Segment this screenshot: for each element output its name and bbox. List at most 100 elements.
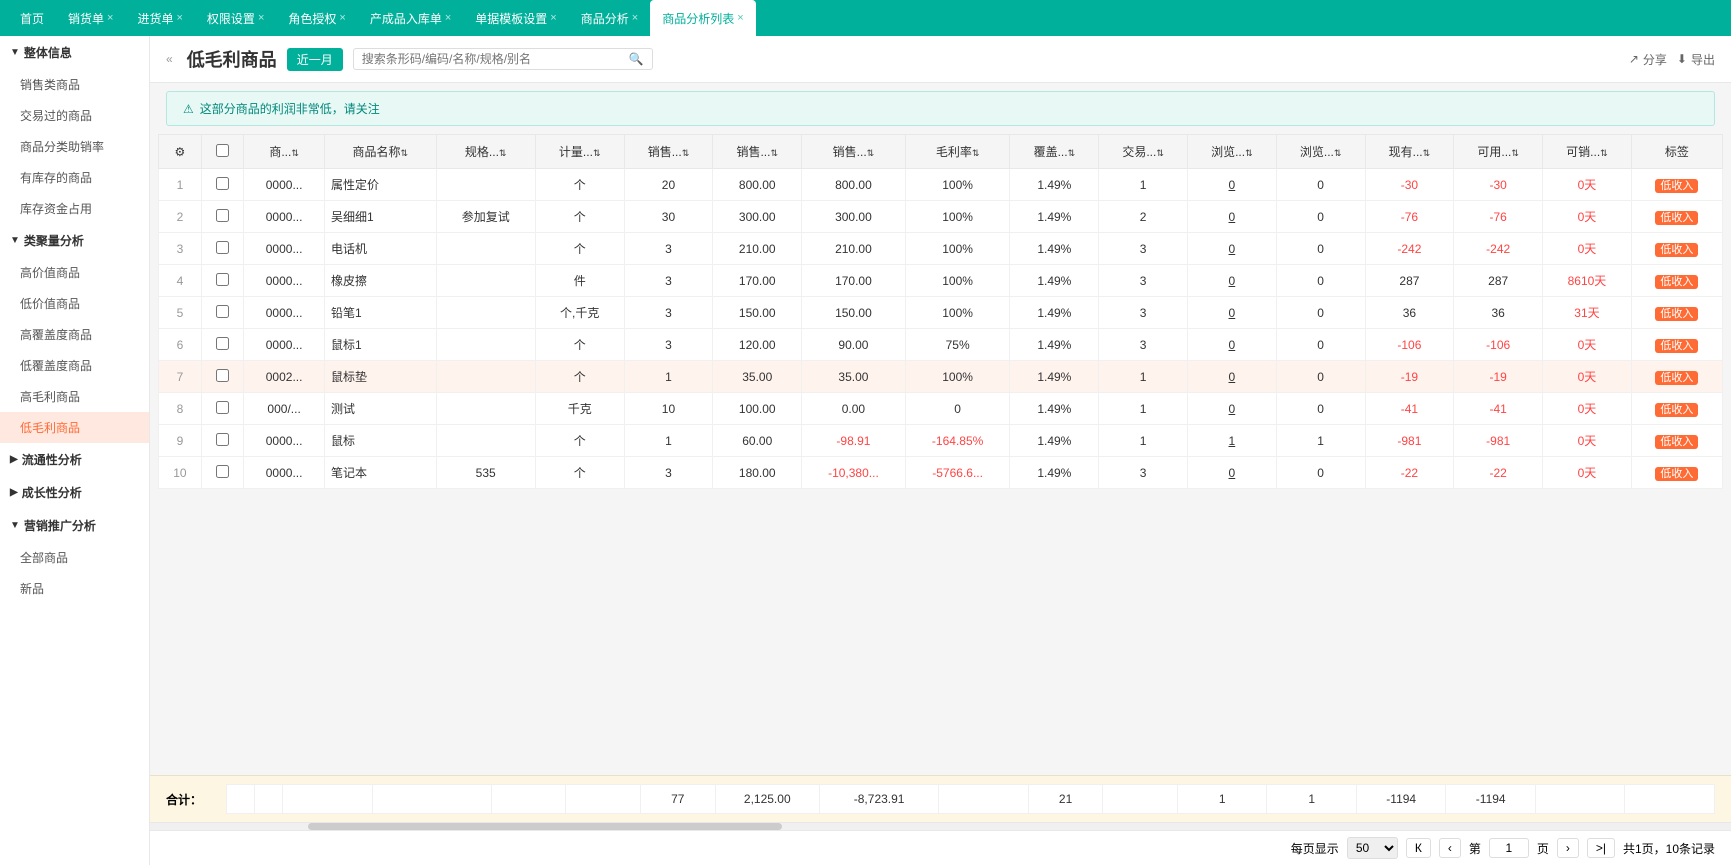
col-browse2[interactable]: 浏览...⇅ — [1276, 135, 1365, 169]
row-browse1[interactable]: 0 — [1188, 265, 1277, 297]
col-settings[interactable]: ⚙ — [159, 135, 202, 169]
col-price[interactable]: 销售...⇅ — [713, 135, 802, 169]
col-amount[interactable]: 销售...⇅ — [802, 135, 906, 169]
nav-item-product-analysis[interactable]: 商品分析 × — [569, 0, 650, 36]
page-size-select[interactable]: 50 100 — [1347, 837, 1398, 859]
row-checkbox[interactable] — [201, 265, 243, 297]
row-browse1[interactable]: 0 — [1188, 457, 1277, 489]
col-browse1[interactable]: 浏览...⇅ — [1188, 135, 1277, 169]
row-checkbox[interactable] — [201, 297, 243, 329]
nav-item-analysis-list[interactable]: 商品分析列表 × — [650, 0, 755, 36]
row-name[interactable]: 鼠标 — [325, 425, 437, 457]
col-name[interactable]: 商品名称⇅ — [325, 135, 437, 169]
sidebar-item-traded-products[interactable]: 交易过的商品 — [0, 100, 149, 131]
nav-item-sales[interactable]: 销货单 × — [56, 0, 125, 36]
sidebar: ▼ 整体信息 销售类商品 交易过的商品 商品分类助销率 有库存的商品 库存资金占… — [0, 36, 150, 865]
row-checkbox[interactable] — [201, 233, 243, 265]
sidebar-item-sales-products[interactable]: 销售类商品 — [0, 69, 149, 100]
row-checkbox[interactable] — [201, 361, 243, 393]
close-icon[interactable]: × — [445, 12, 451, 24]
col-unit[interactable]: 计量...⇅ — [535, 135, 624, 169]
nav-item-permissions[interactable]: 权限设置 × — [195, 0, 276, 36]
row-checkbox[interactable] — [201, 457, 243, 489]
sidebar-section-marketing[interactable]: ▼ 营销推广分析 — [0, 509, 149, 542]
col-available-qty[interactable]: 可用...⇅ — [1454, 135, 1543, 169]
row-checkbox[interactable] — [201, 425, 243, 457]
sidebar-item-in-stock[interactable]: 有库存的商品 — [0, 162, 149, 193]
col-trade[interactable]: 交易...⇅ — [1099, 135, 1188, 169]
row-browse1[interactable]: 0 — [1188, 329, 1277, 361]
sidebar-section-growth[interactable]: ▶ 成长性分析 — [0, 476, 149, 509]
row-code: 0002... — [244, 361, 325, 393]
close-icon[interactable]: × — [632, 12, 638, 24]
row-checkbox[interactable] — [201, 393, 243, 425]
col-code[interactable]: 商...⇅ — [244, 135, 325, 169]
row-browse1[interactable]: 0 — [1188, 393, 1277, 425]
row-name[interactable]: 鼠标垫 — [325, 361, 437, 393]
close-icon[interactable]: × — [107, 12, 113, 24]
close-icon[interactable]: × — [258, 12, 264, 24]
row-name[interactable]: 笔记本 — [325, 457, 437, 489]
row-browse1[interactable]: 0 — [1188, 361, 1277, 393]
search-input[interactable] — [362, 52, 629, 66]
table-container[interactable]: ⚙ 商...⇅ 商品名称⇅ 规格...⇅ 计量...⇅ 销售...⇅ 销售...… — [150, 134, 1731, 775]
col-checkbox[interactable] — [201, 135, 243, 169]
row-checkbox[interactable] — [201, 201, 243, 233]
sidebar-item-capital[interactable]: 库存资金占用 — [0, 193, 149, 224]
nav-item-products[interactable]: 产成品入库单 × — [358, 0, 463, 36]
sidebar-item-low-margin[interactable]: 低毛利商品 — [0, 412, 149, 443]
nav-item-purchase[interactable]: 进货单 × — [125, 0, 194, 36]
close-icon[interactable]: × — [737, 12, 743, 24]
row-name[interactable]: 属性定价 — [325, 169, 437, 201]
row-name[interactable]: 鼠标1 — [325, 329, 437, 361]
row-checkbox[interactable] — [201, 329, 243, 361]
col-coverage[interactable]: 覆盖...⇅ — [1010, 135, 1099, 169]
search-box[interactable]: 🔍 — [353, 48, 653, 70]
sidebar-item-low-coverage[interactable]: 低覆盖度商品 — [0, 350, 149, 381]
date-filter-button[interactable]: 近一月 — [287, 48, 343, 71]
sidebar-section-overall[interactable]: ▼ 整体信息 — [0, 36, 149, 69]
row-browse1[interactable]: 0 — [1188, 233, 1277, 265]
col-qty[interactable]: 销售...⇅ — [624, 135, 713, 169]
nav-item-home[interactable]: 首页 — [8, 0, 56, 36]
nav-item-roles[interactable]: 角色授权 × — [276, 0, 357, 36]
row-checkbox[interactable] — [201, 169, 243, 201]
col-tag[interactable]: 标签 — [1631, 135, 1722, 169]
export-button[interactable]: ⬇ 导出 — [1677, 51, 1715, 68]
close-icon[interactable]: × — [550, 12, 556, 24]
row-name[interactable]: 铅笔1 — [325, 297, 437, 329]
sidebar-item-high-coverage[interactable]: 高覆盖度商品 — [0, 319, 149, 350]
col-saleable-days[interactable]: 可销...⇅ — [1543, 135, 1632, 169]
close-icon[interactable]: × — [176, 12, 182, 24]
collapse-sidebar-btn[interactable]: « — [166, 52, 173, 66]
next-page-button[interactable]: › — [1557, 838, 1579, 858]
first-page-button[interactable]: К — [1406, 838, 1431, 858]
prev-page-button[interactable]: ‹ — [1439, 838, 1461, 858]
close-icon[interactable]: × — [339, 12, 345, 24]
last-page-button[interactable]: >| — [1587, 838, 1615, 858]
row-name[interactable]: 橡皮擦 — [325, 265, 437, 297]
row-name[interactable]: 电话机 — [325, 233, 437, 265]
sidebar-section-cluster[interactable]: ▼ 类聚量分析 — [0, 224, 149, 257]
col-current-qty[interactable]: 现有...⇅ — [1365, 135, 1454, 169]
row-browse1[interactable]: 0 — [1188, 201, 1277, 233]
share-button[interactable]: ↗ 分享 — [1629, 51, 1667, 68]
nav-item-templates[interactable]: 单据模板设置 × — [463, 0, 568, 36]
scrollbar-thumb[interactable] — [308, 823, 782, 830]
col-gross-margin[interactable]: 毛利率⇅ — [905, 135, 1010, 169]
horizontal-scrollbar[interactable] — [150, 822, 1731, 830]
col-spec[interactable]: 规格...⇅ — [436, 135, 535, 169]
sidebar-item-high-value[interactable]: 高价值商品 — [0, 257, 149, 288]
sidebar-section-circulation[interactable]: ▶ 流通性分析 — [0, 443, 149, 476]
sidebar-item-all-products[interactable]: 全部商品 — [0, 542, 149, 573]
row-name[interactable]: 吴细细1 — [325, 201, 437, 233]
page-number-input[interactable] — [1489, 838, 1529, 858]
sidebar-item-low-value[interactable]: 低价值商品 — [0, 288, 149, 319]
sidebar-item-new-products[interactable]: 新品 — [0, 573, 149, 604]
row-name[interactable]: 测试 — [325, 393, 437, 425]
row-browse1[interactable]: 0 — [1188, 169, 1277, 201]
row-browse1[interactable]: 1 — [1188, 425, 1277, 457]
sidebar-item-high-margin[interactable]: 高毛利商品 — [0, 381, 149, 412]
row-browse1[interactable]: 0 — [1188, 297, 1277, 329]
sidebar-item-category-rate[interactable]: 商品分类助销率 — [0, 131, 149, 162]
